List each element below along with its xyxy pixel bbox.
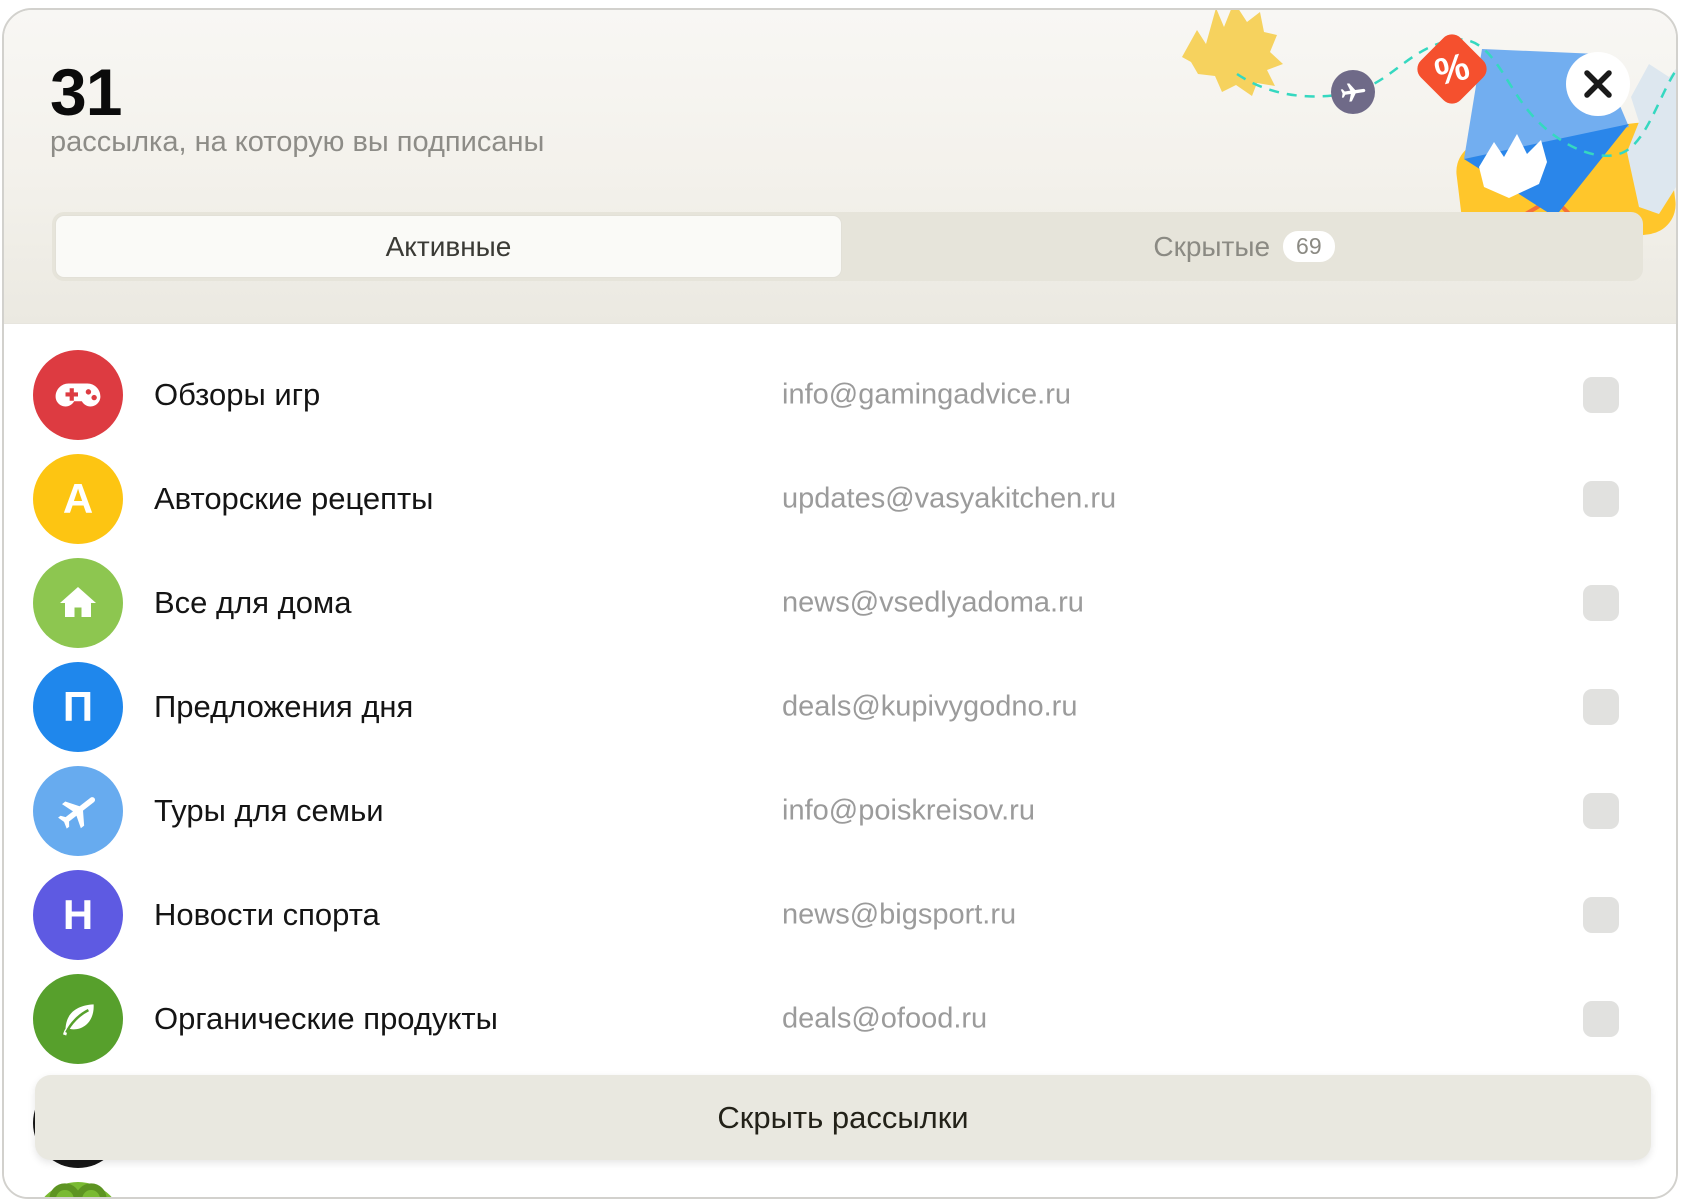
subscription-subtitle: рассылка, на которую вы подписаны <box>50 126 544 159</box>
subscription-checkbox[interactable] <box>1583 689 1619 725</box>
hidden-count-badge: 69 <box>1283 231 1335 262</box>
leaf-icon <box>33 974 123 1064</box>
svg-text:%: % <box>1431 46 1474 95</box>
close-icon <box>1582 68 1614 100</box>
tab-active-newsletters[interactable]: Активные <box>55 215 842 278</box>
subscription-name: Все для дома <box>154 585 352 621</box>
tab-bar: Активные Скрытые 69 <box>52 212 1643 281</box>
close-button[interactable] <box>1566 52 1630 116</box>
subscription-count: 31 <box>50 54 121 130</box>
subscription-row: П Предложения дня deals@kupivygodno.ru <box>4 655 1676 759</box>
subscription-name: Новости спорта <box>154 897 380 933</box>
subscription-email: deals@ofood.ru <box>782 1003 987 1036</box>
subscription-row: Обзоры игр info@gamingadvice.ru <box>4 343 1676 447</box>
subscription-email: deals@kupivygodno.ru <box>782 691 1077 724</box>
percent-icon: % <box>1412 29 1491 108</box>
letter-icon: А <box>33 454 123 544</box>
clipped-green-icon <box>33 1182 123 1199</box>
subscription-checkbox[interactable] <box>1583 377 1619 413</box>
subscriptions-dialog: 31 рассылка, на которую вы подписаны <box>2 8 1678 1199</box>
scribble-icon <box>1182 8 1283 96</box>
subscription-row: Все для дома news@vsedlyadoma.ru <box>4 551 1676 655</box>
subscription-row: Туры для семьи info@poiskreisov.ru <box>4 759 1676 863</box>
subscription-checkbox[interactable] <box>1583 585 1619 621</box>
subscription-email: updates@vasyakitchen.ru <box>782 483 1116 516</box>
home-icon <box>33 558 123 648</box>
subscription-name: Предложения дня <box>154 689 413 725</box>
subscription-checkbox[interactable] <box>1583 793 1619 829</box>
subscription-email: info@poiskreisov.ru <box>782 795 1035 828</box>
subscription-list: Обзоры игр info@gamingadvice.ru А Авторс… <box>4 323 1676 1197</box>
subscription-row-partial <box>4 1175 1676 1199</box>
dialog-header: 31 рассылка, на которую вы подписаны <box>4 10 1676 323</box>
subscription-email: news@bigsport.ru <box>782 899 1016 932</box>
subscription-name: Органические продукты <box>154 1001 498 1037</box>
subscription-name: Обзоры игр <box>154 377 320 413</box>
tab-hidden-label: Скрытые <box>1153 231 1270 263</box>
subscription-name: Туры для семьи <box>154 793 384 829</box>
tab-active-label: Активные <box>386 231 512 263</box>
subscription-name: Авторские рецепты <box>154 481 433 517</box>
subscription-email: news@vsedlyadoma.ru <box>782 587 1084 620</box>
subscription-row: Органические продукты deals@ofood.ru <box>4 967 1676 1071</box>
letter-icon: Н <box>33 870 123 960</box>
plane-icon <box>33 766 123 856</box>
subscription-checkbox[interactable] <box>1583 1001 1619 1037</box>
subscription-checkbox[interactable] <box>1583 481 1619 517</box>
airplane-icon <box>1331 70 1375 114</box>
subscription-row: А Авторские рецепты updates@vasyakitchen… <box>4 447 1676 551</box>
tab-hidden-newsletters[interactable]: Скрытые 69 <box>845 212 1643 281</box>
hide-newsletters-button[interactable]: Скрыть рассылки <box>35 1075 1651 1160</box>
subscription-checkbox[interactable] <box>1583 897 1619 933</box>
subscription-row: Н Новости спорта news@bigsport.ru <box>4 863 1676 967</box>
letter-icon: П <box>33 662 123 752</box>
subscription-email: info@gamingadvice.ru <box>782 379 1071 412</box>
gamepad-icon <box>33 350 123 440</box>
